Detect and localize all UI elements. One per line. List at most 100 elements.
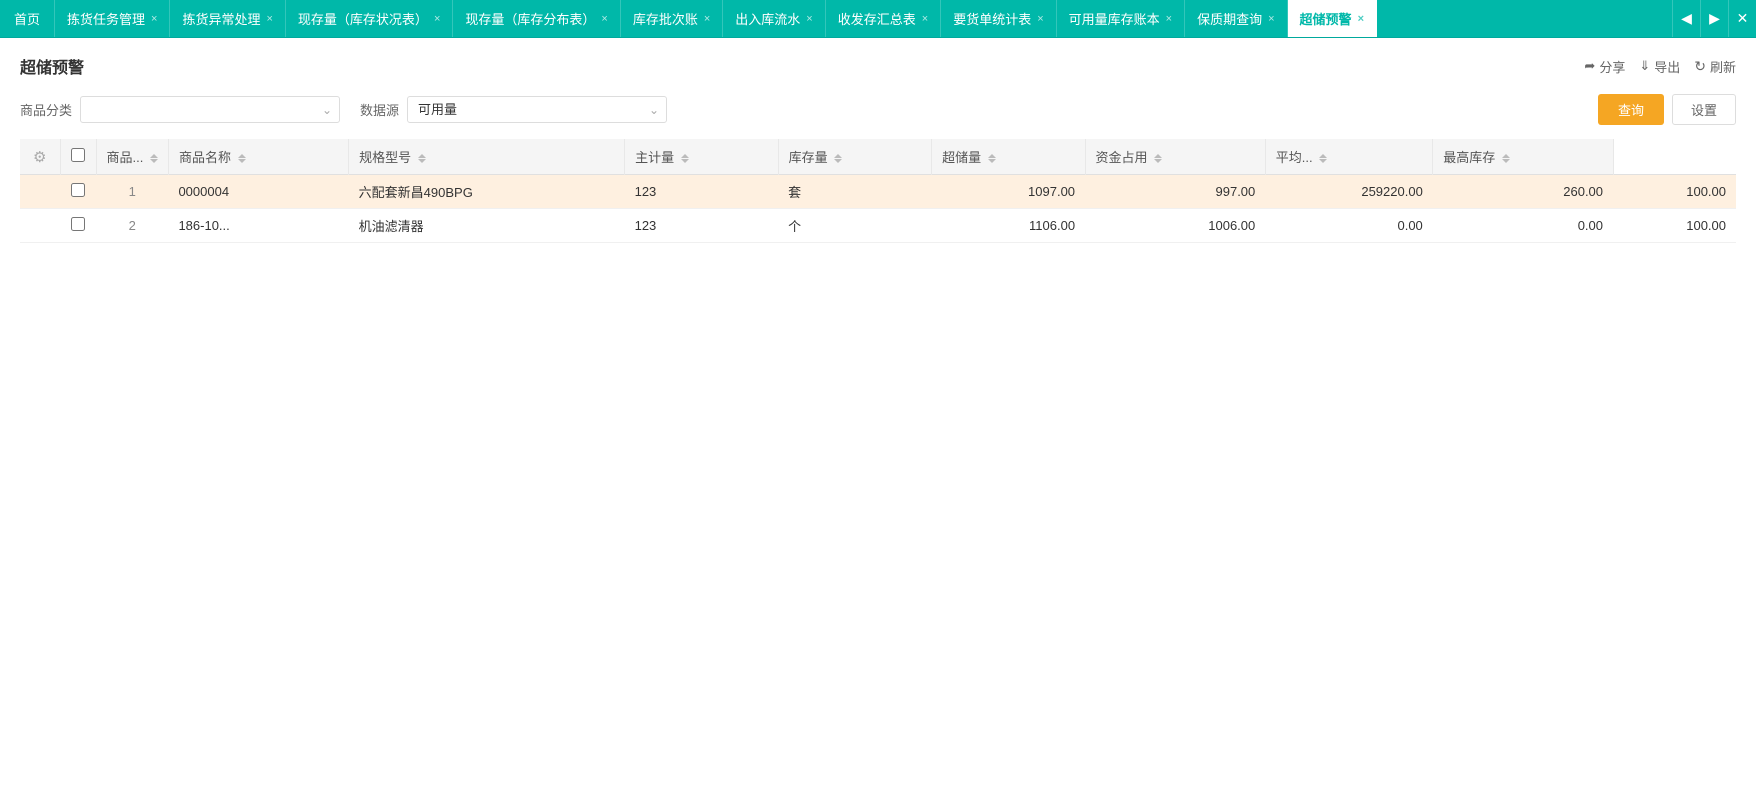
col-check-header [60, 139, 96, 175]
nav-tab-close-icon[interactable]: × [601, 13, 607, 25]
col-max-stock-header[interactable]: 最高库存 [1433, 139, 1613, 175]
row-check-cell [60, 209, 96, 243]
filter-row: 商品分类 ⌄ 数据源 可用量 库存量 ⌄ 查询 设置 [20, 94, 1736, 125]
sort-product-name-icon [238, 154, 246, 163]
export-icon: ⇓ [1639, 58, 1650, 74]
data-table-wrap: ⚙ 商品... 商品名称 规格型号 [20, 139, 1736, 243]
nav-tab[interactable]: 现存量（库存分布表） × [453, 0, 620, 37]
top-nav: 首页 拣货任务管理×拣货异常处理×现存量（库存状况表）×现存量（库存分布表）×库… [0, 0, 1756, 38]
page-content: 超储预警 ➦ 分享 ⇓ 导出 ↻ 刷新 商品分类 ⌄ [0, 38, 1756, 259]
nav-tab-label: 超储预警 [1300, 9, 1352, 28]
row-checkbox[interactable] [71, 183, 85, 197]
query-button[interactable]: 查询 [1598, 94, 1664, 125]
nav-tab[interactable]: 拣货任务管理× [55, 0, 170, 37]
sort-capital-icon [1154, 154, 1162, 163]
nav-next-arrow[interactable]: ▶ [1700, 0, 1728, 38]
header-actions: ➦ 分享 ⇓ 导出 ↻ 刷新 [1584, 57, 1736, 76]
nav-tab[interactable]: 拣货异常处理 × [170, 0, 285, 37]
refresh-icon: ↻ [1694, 58, 1706, 75]
sort-unit-icon [681, 154, 689, 163]
row-gear-cell [20, 209, 60, 243]
nav-tab-close-icon[interactable]: × [1358, 13, 1364, 25]
row-spec-cell: 123 [625, 209, 778, 243]
col-capital-header[interactable]: 资金占用 [1085, 139, 1265, 175]
col-unit-header[interactable]: 主计量 [625, 139, 778, 175]
col-avg-header[interactable]: 平均... [1265, 139, 1433, 175]
page-header: 超储预警 ➦ 分享 ⇓ 导出 ↻ 刷新 [20, 54, 1736, 78]
row-over-cell: 1006.00 [1085, 209, 1265, 243]
row-checkbox[interactable] [71, 217, 85, 231]
nav-tab-close-icon[interactable]: × [1166, 13, 1172, 25]
col-stock-header[interactable]: 库存量 [778, 139, 931, 175]
nav-prev-arrow[interactable]: ◀ [1672, 0, 1700, 38]
row-over-cell: 997.00 [1085, 175, 1265, 209]
nav-tab-close-icon[interactable]: × [922, 13, 928, 25]
nav-tab-close-icon[interactable]: × [266, 13, 272, 25]
refresh-button[interactable]: ↻ 刷新 [1694, 57, 1736, 76]
nav-tab-label: 现存量（库存状况表） [298, 9, 428, 28]
row-unit-cell: 个 [778, 209, 931, 243]
col-over-header[interactable]: 超储量 [932, 139, 1085, 175]
col-spec-header[interactable]: 规格型号 [349, 139, 625, 175]
row-product-code-cell: 186-10... [168, 209, 348, 243]
row-gear-cell [20, 175, 60, 209]
row-avg-cell: 260.00 [1433, 175, 1613, 209]
nav-arrows: ◀ ▶ ✕ [1672, 0, 1756, 38]
setting-button[interactable]: 设置 [1672, 94, 1736, 125]
nav-tab[interactable]: 可用量库存账本× [1057, 0, 1185, 37]
nav-tab-close-icon[interactable]: × [1268, 13, 1274, 25]
nav-tab-label: 收发存汇总表 [838, 9, 916, 28]
row-product-name-cell: 机油滤清器 [349, 209, 625, 243]
filter-actions: 查询 设置 [1598, 94, 1736, 125]
datasource-filter-group: 数据源 可用量 库存量 ⌄ [360, 96, 667, 123]
nav-tab[interactable]: 保质期查询 × [1185, 0, 1287, 37]
nav-tab-close-icon[interactable]: × [434, 13, 440, 25]
nav-tab-close-icon[interactable]: × [1037, 13, 1043, 25]
share-button[interactable]: ➦ 分享 [1584, 57, 1625, 76]
table-row: 1 0000004 六配套新昌490BPG 123 套 1097.00 997.… [20, 175, 1736, 209]
row-stock-cell: 1097.00 [932, 175, 1085, 209]
nav-close-arrow[interactable]: ✕ [1728, 0, 1756, 38]
row-max-stock-cell: 100.00 [1613, 209, 1736, 243]
nav-home[interactable]: 首页 [0, 0, 55, 37]
nav-tab[interactable]: 库存批次账 × [621, 0, 723, 37]
sort-stock-icon [834, 154, 842, 163]
nav-tab-close-icon[interactable]: × [704, 13, 710, 25]
select-all-checkbox[interactable] [71, 148, 85, 162]
category-select[interactable] [80, 96, 340, 123]
nav-tab[interactable]: 收发存汇总表 × [826, 0, 941, 37]
nav-tab-label: 保质期查询 [1197, 9, 1262, 28]
category-label: 商品分类 [20, 100, 72, 119]
row-product-name-cell: 六配套新昌490BPG [349, 175, 625, 209]
sort-avg-icon [1319, 154, 1327, 163]
nav-tab-label: 拣货异常处理 [182, 9, 260, 28]
col-gear-header: ⚙ [20, 139, 60, 175]
row-num-cell: 1 [96, 175, 168, 209]
datasource-label: 数据源 [360, 100, 399, 119]
row-check-cell [60, 175, 96, 209]
nav-tab-label: 现存量（库存分布表） [465, 9, 595, 28]
row-stock-cell: 1106.00 [932, 209, 1085, 243]
share-icon: ➦ [1584, 58, 1595, 74]
row-unit-cell: 套 [778, 175, 931, 209]
category-filter-group: 商品分类 ⌄ [20, 96, 340, 123]
nav-tab-label: 出入库流水 [735, 9, 800, 28]
row-max-stock-cell: 100.00 [1613, 175, 1736, 209]
col-product-name-header[interactable]: 商品名称 [168, 139, 348, 175]
nav-tab[interactable]: 现存量（库存状况表） × [286, 0, 453, 37]
row-capital-cell: 259220.00 [1265, 175, 1433, 209]
datasource-select-wrap: 可用量 库存量 ⌄ [407, 96, 667, 123]
gear-icon[interactable]: ⚙ [33, 149, 46, 166]
nav-tab-close-icon[interactable]: × [151, 13, 157, 25]
nav-tab-close-icon[interactable]: × [806, 13, 812, 25]
nav-tab[interactable]: 出入库流水 × [723, 0, 825, 37]
col-product-code-header[interactable]: 商品... [96, 139, 168, 175]
table-row: 2 186-10... 机油滤清器 123 个 1106.00 1006.00 … [20, 209, 1736, 243]
nav-tab-label: 库存批次账 [633, 9, 698, 28]
nav-tab[interactable]: 要货单统计表 × [941, 0, 1056, 37]
row-product-code-cell: 0000004 [168, 175, 348, 209]
nav-tab-label: 要货单统计表 [953, 9, 1031, 28]
datasource-select[interactable]: 可用量 库存量 [407, 96, 667, 123]
export-button[interactable]: ⇓ 导出 [1639, 57, 1680, 76]
nav-tab[interactable]: 超储预警 × [1288, 0, 1377, 37]
